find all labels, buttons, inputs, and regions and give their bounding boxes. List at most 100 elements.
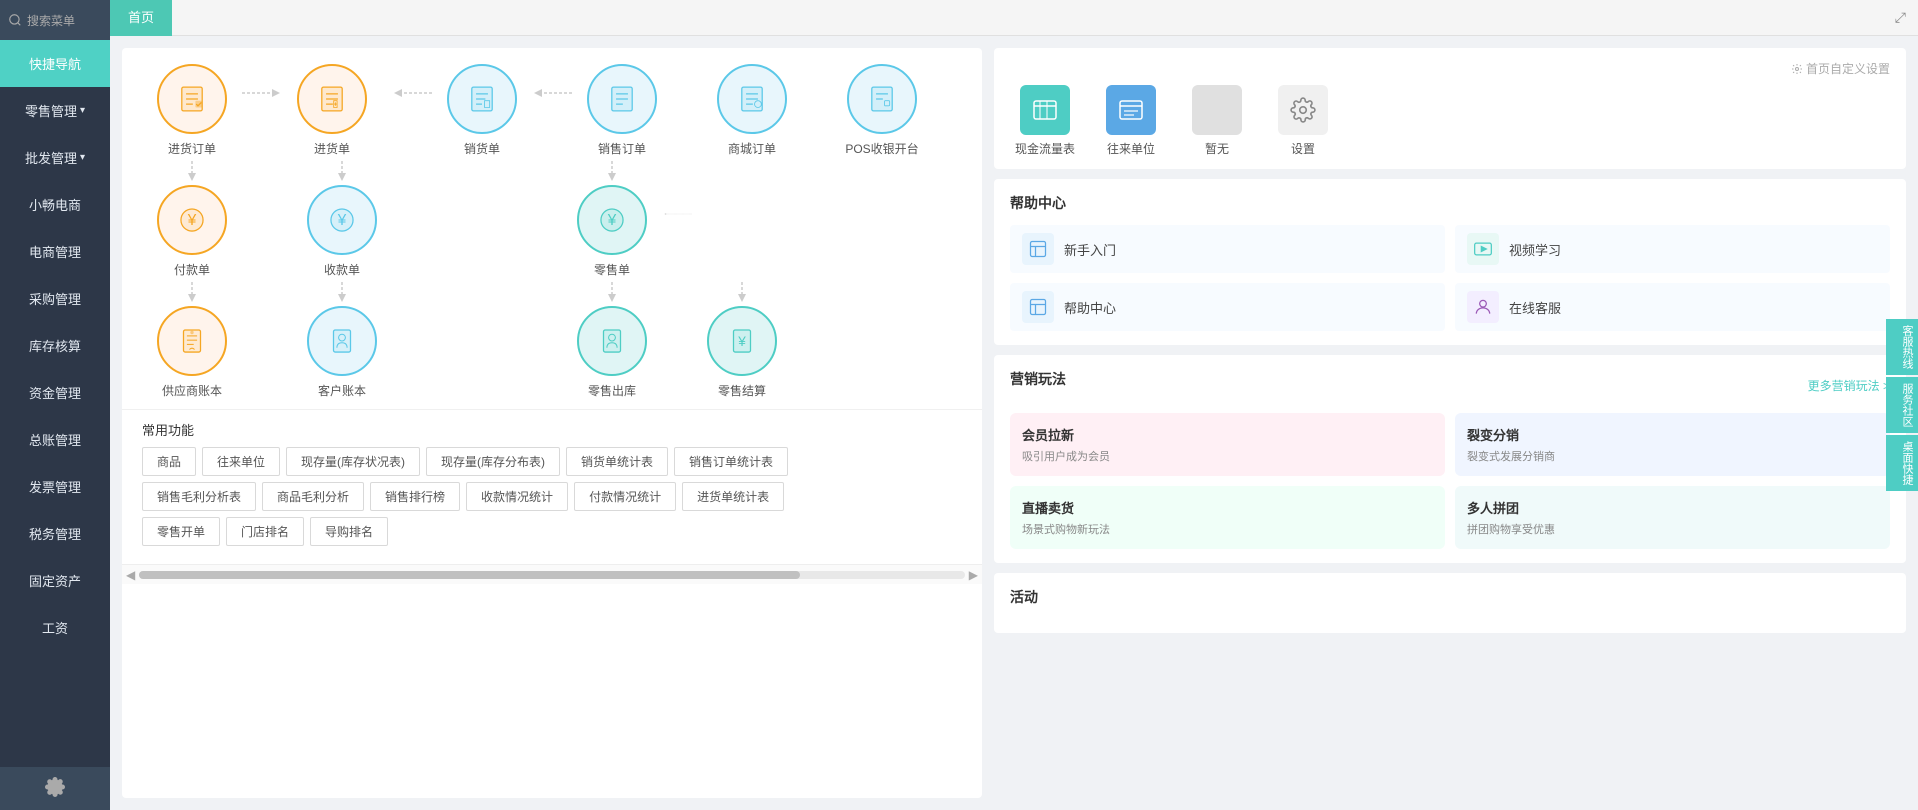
svg-text:¥: ¥ [607, 212, 617, 229]
home-settings[interactable]: 首页自定义设置 [1791, 60, 1890, 77]
func-btn-sales-margin[interactable]: 销售毛利分析表 [142, 482, 256, 511]
tab-home[interactable]: 首页 [110, 0, 172, 36]
node-retail-settlement[interactable]: ¥ 零售结算 [692, 306, 792, 399]
func-btn-sales-stat[interactable]: 销货单统计表 [566, 447, 668, 476]
node-pos[interactable]: POS收银开台 [832, 64, 932, 157]
svg-text:¥: ¥ [187, 212, 197, 229]
func-btn-store-rank[interactable]: 门店排名 [226, 517, 304, 546]
retail-bill-icon: ¥ [595, 203, 629, 237]
func-btn-purchase-stat[interactable]: 进货单统计表 [682, 482, 784, 511]
marketing-live[interactable]: 直播卖货 场景式购物新玩法 [1010, 486, 1445, 549]
settings-label: 首页自定义设置 [1806, 60, 1890, 77]
sidebar-item-retail[interactable]: 零售管理 ▾ [0, 87, 110, 134]
float-service-btn[interactable]: 客服热线 [1886, 319, 1918, 375]
marketing-fission[interactable]: 裂变分销 裂变式发展分销商 [1455, 413, 1890, 476]
common-functions: 常用功能 商品 往来单位 现存量(库存状况表) 现存量(库存分布表) 销货单统计… [122, 409, 982, 564]
sidebar-item-quick-nav[interactable]: 快捷导航 [0, 40, 110, 87]
func-btn-sales-rank[interactable]: 销售排行榜 [370, 482, 460, 511]
func-btn-inventory-status[interactable]: 现存量(库存状况表) [286, 447, 420, 476]
tab-bar-right: ⤢ [1895, 9, 1918, 26]
node-customer-ledger[interactable]: 客户账本 [292, 306, 392, 399]
func-btn-partners[interactable]: 往来单位 [202, 447, 280, 476]
sidebar-item-funds[interactable]: 资金管理 [0, 369, 110, 416]
retail-outbound-icon [595, 324, 629, 358]
maximize-button[interactable]: ⤢ [1895, 9, 1906, 25]
quick-settings-item[interactable]: 设置 [1268, 85, 1338, 157]
func-btn-receipt-stat[interactable]: 收款情况统计 [466, 482, 568, 511]
help-item-beginner[interactable]: 新手入门 [1010, 225, 1445, 273]
node-supplier-ledger[interactable]: 供应商账本 [142, 306, 242, 399]
marketing-grid: 会员拉新 吸引用户成为会员 裂变分销 裂变式发展分销商 直播卖货 场景式购物新玩… [1010, 413, 1890, 549]
func-btn-payment-stat[interactable]: 付款情况统计 [574, 482, 676, 511]
video-icon-box [1467, 233, 1499, 265]
customer-ledger-icon [325, 324, 359, 358]
help-item-service[interactable]: 在线客服 [1455, 283, 1890, 331]
node-retail-outbound[interactable]: 零售出库 [562, 306, 662, 399]
node-sales-bill[interactable]: 销货单 [432, 64, 532, 157]
func-btn-goods-margin[interactable]: 商品毛利分析 [262, 482, 364, 511]
empty-box [1192, 85, 1242, 135]
marketing-item-desc: 拼团购物享受优惠 [1467, 521, 1878, 537]
func-btn-order-stat[interactable]: 销售订单统计表 [674, 447, 788, 476]
chevron-icon: ▾ [80, 105, 85, 116]
help-item-center[interactable]: 帮助中心 [1010, 283, 1445, 331]
sidebar-item-wholesale[interactable]: 批发管理 ▾ [0, 134, 110, 181]
func-btn-inventory-dist[interactable]: 现存量(库存分布表) [426, 447, 560, 476]
node-label: 付款单 [174, 261, 210, 278]
chevron-icon: ▾ [80, 152, 85, 163]
marketing-member[interactable]: 会员拉新 吸引用户成为会员 [1010, 413, 1445, 476]
help-item-video[interactable]: 视频学习 [1455, 225, 1890, 273]
node-purchase-order[interactable]: 进货订单 [142, 64, 242, 157]
node-label: 进货订单 [168, 140, 216, 157]
sidebar-item-ecommerce-mgmt[interactable]: 电商管理 [0, 228, 110, 275]
float-community-btn[interactable]: 服务社区 [1886, 377, 1918, 433]
tab-bar: 首页 ⤢ [110, 0, 1918, 36]
sidebar-item-assets[interactable]: 固定资产 [0, 557, 110, 604]
more-marketing-link[interactable]: 更多营销玩法 > [1808, 377, 1890, 394]
cash-flow-box [1020, 85, 1070, 135]
quick-cash-flow[interactable]: 现金流量表 [1010, 85, 1080, 157]
scrollbar-track[interactable] [139, 571, 965, 579]
content-wrapper: 进货订单 [110, 36, 1918, 810]
help-center-title: 帮助中心 [1010, 193, 1890, 213]
node-retail-bill[interactable]: ¥ 零售单 [562, 185, 662, 278]
sidebar-item-tax[interactable]: 税务管理 [0, 510, 110, 557]
scroll-right-arrow[interactable]: ▶ [969, 568, 978, 582]
node-sales-order[interactable]: 销售订单 [572, 64, 672, 157]
sidebar-settings[interactable] [0, 767, 110, 810]
node-purchase-bill[interactable]: 进货单 [282, 64, 382, 157]
sidebar-item-invoice[interactable]: 发票管理 [0, 463, 110, 510]
sidebar-item-ecommerce-small[interactable]: 小畅电商 [0, 181, 110, 228]
scrollbar: ◀ ▶ [122, 564, 982, 584]
node-label: POS收银开台 [845, 140, 918, 157]
quick-partners[interactable]: 往来单位 [1096, 85, 1166, 157]
help-label: 新手入门 [1064, 240, 1116, 259]
node-payment[interactable]: ¥ 付款单 [142, 185, 242, 278]
help-center-panel: 帮助中心 新手入门 视频学习 [994, 179, 1906, 345]
float-desktop-btn[interactable]: 桌面快捷 [1886, 435, 1918, 491]
func-row-1: 商品 往来单位 现存量(库存状况表) 现存量(库存分布表) 销货单统计表 销售订… [142, 447, 962, 476]
sidebar-item-payroll[interactable]: 工资 [0, 604, 110, 651]
node-receipt[interactable]: ¥ 收款单 [292, 185, 392, 278]
node-label: 客户账本 [318, 382, 366, 399]
quick-access-panel: 首页自定义设置 [994, 48, 1906, 169]
settings-box [1278, 85, 1328, 135]
sidebar-item-inventory[interactable]: 库存核算 [0, 322, 110, 369]
marketing-item-desc: 裂变式发展分销商 [1467, 448, 1878, 464]
scrollbar-thumb [139, 571, 799, 579]
node-mall-order[interactable]: 商城订单 [702, 64, 802, 157]
func-btn-guide-rank[interactable]: 导购排名 [310, 517, 388, 546]
search-menu[interactable]: 搜索菜单 [0, 0, 110, 40]
help-label: 帮助中心 [1064, 298, 1116, 317]
arrow-left-1 [532, 64, 572, 100]
sidebar-item-ledger[interactable]: 总账管理 [0, 416, 110, 463]
func-btn-retail-order[interactable]: 零售开单 [142, 517, 220, 546]
sidebar-item-purchase[interactable]: 采购管理 [0, 275, 110, 322]
down-arrow-6 [605, 282, 619, 304]
func-btn-goods[interactable]: 商品 [142, 447, 196, 476]
quick-access-row: 现金流量表 往来单位 [1010, 85, 1890, 157]
marketing-group[interactable]: 多人拼团 拼团购物享受优惠 [1455, 486, 1890, 549]
node-label: 零售单 [594, 261, 630, 278]
scroll-left-arrow[interactable]: ◀ [126, 568, 135, 582]
help-center-icon [1028, 297, 1048, 317]
